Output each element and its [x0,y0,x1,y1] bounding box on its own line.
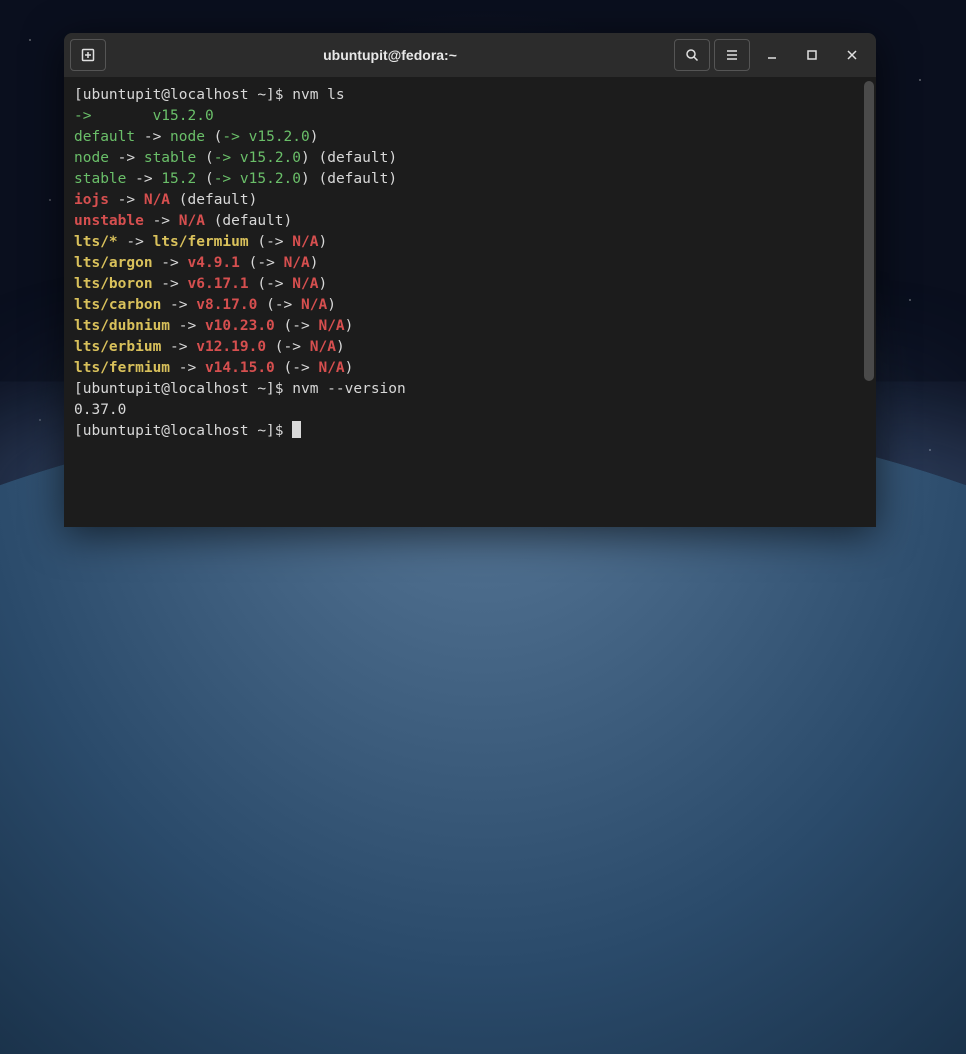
menu-button[interactable] [714,39,750,71]
output-lts-fermium: lts/fermium -> v14.15.0 (-> N/A) [74,358,866,379]
command: nvm ls [292,87,344,103]
titlebar: ubuntupit@fedora:~ [64,33,876,77]
version-output: 0.37.0 [74,400,866,421]
output-lts-dubnium: lts/dubnium -> v10.23.0 (-> N/A) [74,316,866,337]
prompt-line-1: [ubuntupit@localhost ~]$ nvm ls [74,85,866,106]
output-lts-erbium: lts/erbium -> v12.19.0 (-> N/A) [74,337,866,358]
output-lts-boron: lts/boron -> v6.17.1 (-> N/A) [74,274,866,295]
output-default: default -> node (-> v15.2.0) [74,127,866,148]
prompt-line-2: [ubuntupit@localhost ~]$ nvm --version [74,379,866,400]
search-button[interactable] [674,39,710,71]
output-lts-star: lts/* -> lts/fermium (-> N/A) [74,232,866,253]
maximize-button[interactable] [794,39,830,71]
scrollbar-thumb[interactable] [864,81,874,381]
command: nvm --version [292,381,406,397]
output-current: -> v15.2.0 [74,106,866,127]
output-unstable: unstable -> N/A (default) [74,211,866,232]
output-node: node -> stable (-> v15.2.0) (default) [74,148,866,169]
terminal-window: ubuntupit@fedora:~ [ubuntupit@localhost … [64,33,876,527]
close-button[interactable] [834,39,870,71]
prompt: [ubuntupit@localhost ~]$ [74,423,292,439]
output-lts-carbon: lts/carbon -> v8.17.0 (-> N/A) [74,295,866,316]
minimize-button[interactable] [754,39,790,71]
prompt: [ubuntupit@localhost ~]$ [74,381,292,397]
output-stable: stable -> 15.2 (-> v15.2.0) (default) [74,169,866,190]
window-title: ubuntupit@fedora:~ [110,47,670,63]
new-tab-button[interactable] [70,39,106,71]
output-iojs: iojs -> N/A (default) [74,190,866,211]
output-lts-argon: lts/argon -> v4.9.1 (-> N/A) [74,253,866,274]
prompt: [ubuntupit@localhost ~]$ [74,87,292,103]
prompt-line-3: [ubuntupit@localhost ~]$ [74,421,866,442]
cursor [292,421,301,438]
terminal-content[interactable]: [ubuntupit@localhost ~]$ nvm ls -> v15.2… [64,77,876,527]
